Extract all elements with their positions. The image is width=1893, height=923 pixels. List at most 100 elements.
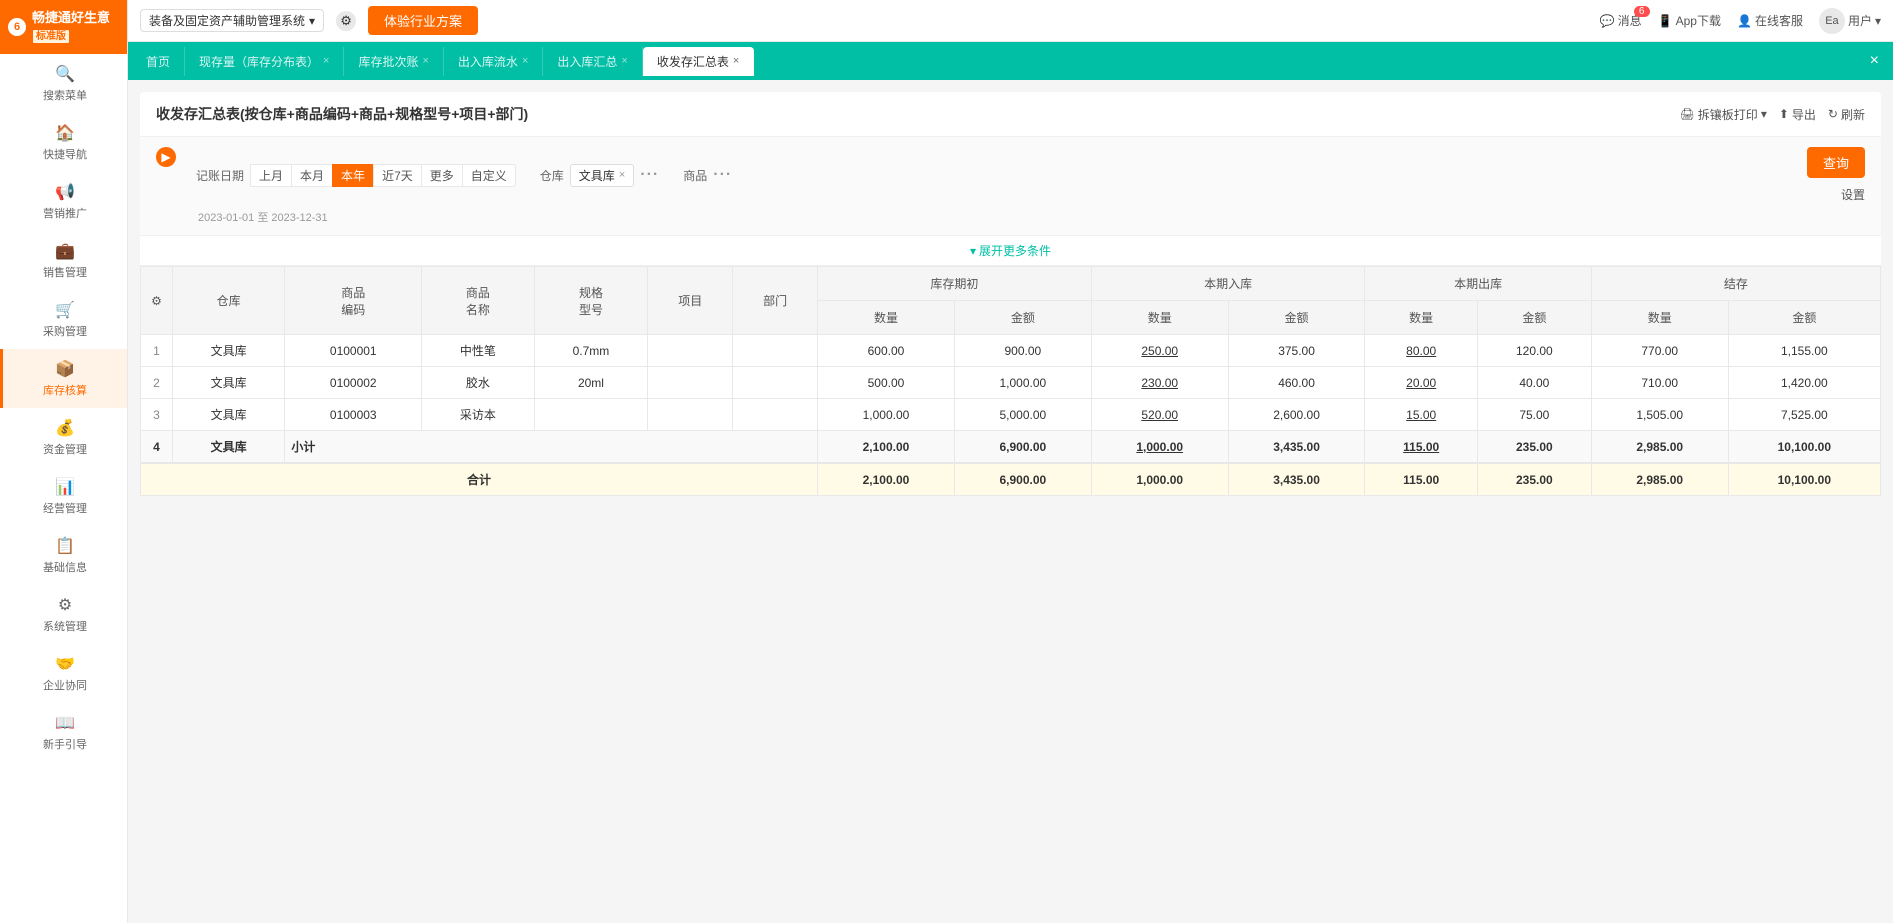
filter-settings-button[interactable]: 设置: [1841, 186, 1865, 203]
date-btn-last-month[interactable]: 上月: [250, 164, 291, 187]
th-goods-spec: 规格型号: [534, 267, 648, 335]
date-btn-7days[interactable]: 近7天: [373, 164, 421, 187]
cell-opening-amt: 1,000.00: [954, 367, 1091, 399]
sidebar-item-marketing[interactable]: 📢营销推广: [0, 172, 127, 231]
table-footer: 合计 2,100.00 6,900.00 1,000.00 3,435.00 1…: [141, 463, 1881, 496]
sidebar-item-guide[interactable]: 📖新手引导: [0, 703, 127, 762]
subtotal-label: 小计: [285, 431, 818, 464]
tab-inout-summary-close[interactable]: ×: [621, 55, 627, 67]
tab-batch-close[interactable]: ×: [422, 55, 428, 67]
expand-filter[interactable]: ▾ 展开更多条件: [140, 236, 1881, 266]
tab-receive-summary[interactable]: 收发存汇总表 ×: [643, 47, 754, 76]
total-in-qty: 1,000.00: [1091, 463, 1228, 496]
purchase-icon: 🛒: [55, 300, 75, 320]
cell-in-qty[interactable]: 230.00: [1091, 367, 1228, 399]
sidebar-item-sales[interactable]: 💼销售管理: [0, 231, 127, 290]
online-service-item[interactable]: 👤 在线客服: [1737, 12, 1803, 29]
th-in-group: 本期入库: [1091, 267, 1365, 301]
cell-in-qty[interactable]: 520.00: [1091, 399, 1228, 431]
query-button[interactable]: 查询: [1807, 147, 1865, 178]
expand-arrow[interactable]: ▶: [156, 147, 176, 167]
warehouse-label: 仓库: [540, 167, 564, 184]
cell-no: 1: [141, 335, 173, 367]
tab-inventory-dist[interactable]: 现存量（库存分布表） ×: [185, 47, 344, 76]
cell-in-qty[interactable]: 250.00: [1091, 335, 1228, 367]
online-service-label: 在线客服: [1755, 12, 1803, 29]
tab-inout-flow[interactable]: 出入库流水 ×: [444, 47, 543, 76]
app-download-item[interactable]: 📱 App下载: [1658, 12, 1721, 29]
sidebar-item-purchase[interactable]: 🛒采购管理: [0, 290, 127, 349]
export-button[interactable]: ⬆ 导出: [1779, 106, 1816, 123]
goods-dots[interactable]: ···: [713, 166, 732, 184]
cell-in-amt: 2,600.00: [1228, 399, 1365, 431]
try-solution-button[interactable]: 体验行业方案: [368, 6, 478, 35]
subtotal-row: 4 文具库 小计 2,100.00 6,900.00 1,000.00 3,43…: [141, 431, 1881, 464]
th-closing-qty: 数量: [1591, 301, 1728, 335]
refresh-button[interactable]: ↻ 刷新: [1828, 106, 1865, 123]
operations-icon: 📊: [55, 477, 75, 497]
sidebar-item-cooperation[interactable]: 🤝企业协同: [0, 644, 127, 703]
topbar-right: 💬 消息 6 📱 App下载 👤 在线客服 Ea 用户 ▾: [1600, 8, 1881, 34]
subtotal-opening-qty: 2,100.00: [818, 431, 955, 464]
tab-inout-summary[interactable]: 出入库汇总 ×: [543, 47, 642, 76]
total-in-amt: 3,435.00: [1228, 463, 1365, 496]
settings-icon[interactable]: ⚙: [336, 11, 356, 31]
warehouse-tag: 文具库 ×: [570, 164, 634, 187]
sidebar-item-finance[interactable]: 💰资金管理: [0, 408, 127, 467]
th-goods-name: 商品名称: [422, 267, 534, 335]
tab-inout-flow-close[interactable]: ×: [522, 55, 528, 67]
cell-out-qty[interactable]: 15.00: [1365, 399, 1477, 431]
date-btn-more[interactable]: 更多: [421, 164, 462, 187]
date-btn-this-month[interactable]: 本月: [291, 164, 332, 187]
sidebar-item-operations[interactable]: 📊经营管理: [0, 467, 127, 526]
table-row: 3 文具库 0100003 采访本 1,000.00 5,000.00 520.…: [141, 399, 1881, 431]
sidebar-label-search: 搜索菜单: [43, 87, 87, 103]
cell-opening-amt: 5,000.00: [954, 399, 1091, 431]
subtotal-closing-qty: 2,985.00: [1591, 431, 1728, 464]
tab-inventory-dist-close[interactable]: ×: [323, 55, 329, 67]
date-btn-custom[interactable]: 自定义: [462, 164, 516, 187]
inventory-icon: 📦: [55, 359, 75, 379]
th-opening-amt: 金额: [954, 301, 1091, 335]
cell-department: [733, 367, 818, 399]
tab-home-label: 首页: [146, 53, 170, 70]
cell-warehouse: 文具库: [173, 335, 285, 367]
cell-project: [648, 335, 733, 367]
cell-goods-name: 胶水: [422, 367, 534, 399]
print-button[interactable]: 🖨 拆镶板打印 ▾: [1680, 106, 1767, 123]
total-opening-amt: 6,900.00: [954, 463, 1091, 496]
system-icon: ⚙: [58, 595, 72, 615]
sidebar-item-inventory[interactable]: 📦库存核算: [0, 349, 127, 408]
sidebar-item-basic-info[interactable]: 📋基础信息: [0, 526, 127, 585]
messages-item[interactable]: 💬 消息 6: [1600, 12, 1642, 29]
content-area: 收发存汇总表(按仓库+商品编码+商品+规格型号+项目+部门) 🖨 拆镶板打印 ▾…: [128, 80, 1893, 923]
cell-closing-amt: 7,525.00: [1728, 399, 1880, 431]
column-settings-icon[interactable]: ⚙: [151, 294, 162, 308]
tab-batch[interactable]: 库存批次账 ×: [344, 47, 443, 76]
sidebar-item-system[interactable]: ⚙系统管理: [0, 585, 127, 644]
date-label: 记账日期: [196, 167, 244, 184]
th-settings[interactable]: ⚙: [141, 267, 173, 335]
warehouse-dots[interactable]: ···: [640, 166, 659, 184]
table-container: ⚙ 仓库 商品编码 商品名称 规格型号 项目 部门 库存期初 本期入库 本期出库…: [140, 266, 1881, 496]
cell-out-amt: 120.00: [1477, 335, 1591, 367]
cell-out-qty[interactable]: 80.00: [1365, 335, 1477, 367]
date-btn-this-year[interactable]: 本年: [332, 164, 373, 187]
cell-out-qty[interactable]: 20.00: [1365, 367, 1477, 399]
tab-receive-summary-close[interactable]: ×: [733, 55, 739, 67]
cooperation-icon: 🤝: [55, 654, 75, 674]
cell-no: 2: [141, 367, 173, 399]
system-select[interactable]: 装备及固定资产辅助管理系统 ▾: [140, 9, 324, 32]
sidebar-item-search[interactable]: 🔍搜索菜单: [0, 54, 127, 113]
sidebar-item-quick-nav[interactable]: 🏠快捷导航: [0, 113, 127, 172]
phone-icon: 📱: [1658, 14, 1673, 28]
cell-goods-code: 0100001: [285, 335, 422, 367]
user-item[interactable]: Ea 用户 ▾: [1819, 8, 1881, 34]
tabs-close-all[interactable]: ×: [1860, 52, 1889, 70]
warehouse-remove[interactable]: ×: [619, 169, 625, 181]
export-icon: ⬆: [1779, 107, 1789, 121]
cell-goods-name: 采访本: [422, 399, 534, 431]
message-icon: 💬: [1600, 14, 1615, 28]
logo-badge: 6: [8, 18, 26, 36]
tab-home[interactable]: 首页: [132, 47, 185, 76]
